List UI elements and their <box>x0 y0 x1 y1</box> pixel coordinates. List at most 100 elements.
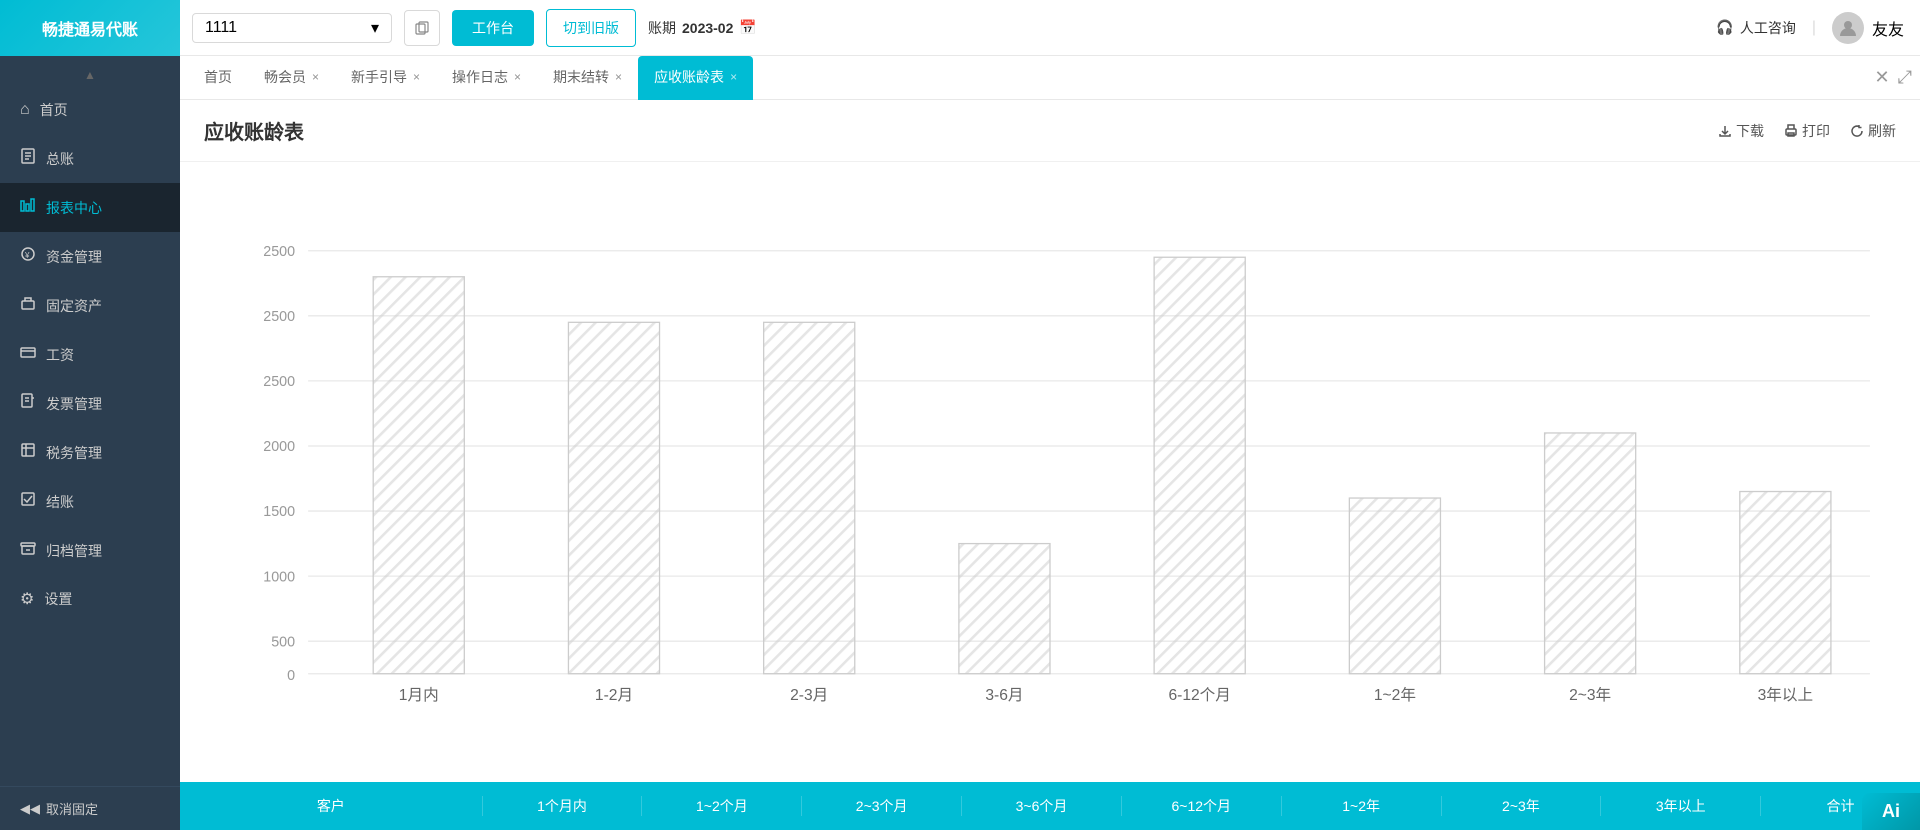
tab-guide-close[interactable]: × <box>413 70 420 84</box>
avatar <box>1832 12 1864 44</box>
username: 友友 <box>1872 16 1904 40</box>
logo: 畅捷通易代账 <box>0 0 180 56</box>
table-header-cell: 6~12个月 <box>1122 796 1282 816</box>
sidebar-item-closing[interactable]: 结账 <box>0 477 180 526</box>
tab-aging-label: 应收账龄表 <box>654 67 724 87</box>
table-header-bar: 客户1个月内1~2个月2~3个月3~6个月6~12个月1~2年2~3年3年以上合… <box>180 782 1920 830</box>
svg-text:500: 500 <box>271 634 295 650</box>
chart-container: 2500 2500 2500 2000 1500 1000 500 0 <box>180 162 1920 782</box>
download-button[interactable]: 下载 <box>1718 121 1764 141</box>
support-button[interactable]: 🎧 人工咨询 <box>1716 18 1795 38</box>
svg-text:1~2年: 1~2年 <box>1374 686 1416 704</box>
pin-icon: ◀◀ <box>20 801 40 817</box>
tab-oplog-close[interactable]: × <box>514 70 521 84</box>
sidebar-label-funds: 资金管理 <box>46 247 102 267</box>
sidebar-item-tax[interactable]: 税务管理 <box>0 428 180 477</box>
sidebar-item-archive[interactable]: 归档管理 <box>0 526 180 575</box>
expand-button[interactable]: ⤢ <box>1898 67 1912 88</box>
support-label: 人工咨询 <box>1740 18 1796 38</box>
table-header-cell: 3~6个月 <box>962 796 1122 816</box>
svg-text:2500: 2500 <box>263 244 295 260</box>
tabs-bar: 首页 畅会员 × 新手引导 × 操作日志 × 期末结转 × 应收账龄表 × <box>180 56 1920 100</box>
refresh-button[interactable]: 刷新 <box>1850 121 1896 141</box>
tab-home[interactable]: 首页 <box>188 56 248 100</box>
sidebar-label-closing: 结账 <box>46 492 74 512</box>
ai-badge[interactable]: Ai <box>1862 793 1920 830</box>
sidebar-label-assets: 固定资产 <box>46 296 102 316</box>
home-icon: ⌂ <box>20 101 30 119</box>
period-label: 账期 <box>648 18 676 38</box>
sidebar-item-funds[interactable]: ¥ 资金管理 <box>0 232 180 281</box>
print-button[interactable]: 打印 <box>1784 121 1830 141</box>
sidebar-item-invoice[interactable]: 发票管理 <box>0 379 180 428</box>
sidebar-label-payroll: 工资 <box>46 345 74 365</box>
tab-guide[interactable]: 新手引导 × <box>335 56 436 100</box>
payroll-icon <box>20 344 36 365</box>
close-tab-button[interactable]: ✕ <box>1875 67 1890 88</box>
header: 畅捷通易代账 1111 ▾ 工作台 切到旧版 账期 2023-02 📅 🎧 人工… <box>0 0 1920 56</box>
sidebar-label-tax: 税务管理 <box>46 443 102 463</box>
sidebar-label-reports: 报表中心 <box>46 198 102 218</box>
table-header-cell: 客户 <box>180 796 483 816</box>
download-label: 下载 <box>1736 121 1764 141</box>
closing-icon <box>20 491 36 512</box>
sidebar-label-home: 首页 <box>40 100 68 120</box>
sidebar-item-reports[interactable]: 报表中心 <box>0 183 180 232</box>
switch-version-button[interactable]: 切到旧版 <box>546 9 636 47</box>
logo-text: 畅捷通易代账 <box>42 16 138 40</box>
sidebar-item-payroll[interactable]: 工资 <box>0 330 180 379</box>
sidebar-item-ledger[interactable]: 总账 <box>0 134 180 183</box>
table-header-cell: 1个月内 <box>483 796 643 816</box>
svg-text:3-6月: 3-6月 <box>985 687 1023 704</box>
cancel-fixed-button[interactable]: ◀◀ 取消固定 <box>0 787 180 830</box>
reports-icon <box>20 197 36 218</box>
tab-period-end-close[interactable]: × <box>615 70 622 84</box>
workbench-button[interactable]: 工作台 <box>452 10 534 46</box>
tab-aging-close[interactable]: × <box>730 70 737 84</box>
table-header-cell: 3年以上 <box>1601 796 1761 816</box>
period-info: 账期 2023-02 📅 <box>648 18 757 38</box>
aging-chart: 2500 2500 2500 2000 1500 1000 500 0 <box>204 162 1896 782</box>
tab-period-end[interactable]: 期末结转 × <box>537 56 638 100</box>
sidebar-item-settings[interactable]: ⚙ 设置 <box>0 575 180 623</box>
calendar-icon[interactable]: 📅 <box>739 19 756 36</box>
invoice-icon <box>20 393 36 414</box>
sidebar-label-ledger: 总账 <box>46 149 74 169</box>
svg-text:2500: 2500 <box>263 309 295 325</box>
main-layout: ▲ ⌂ 首页 总账 报表中心 <box>0 56 1920 830</box>
chevron-down-icon: ▾ <box>371 18 379 38</box>
sidebar-label-archive: 归档管理 <box>46 541 102 561</box>
company-name: 1111 <box>205 19 237 37</box>
sidebar-label-settings: 设置 <box>44 589 72 609</box>
tab-guide-label: 新手引导 <box>351 67 407 87</box>
copy-button[interactable] <box>404 10 440 46</box>
funds-icon: ¥ <box>20 246 36 267</box>
company-selector[interactable]: 1111 ▾ <box>192 13 392 43</box>
tabs-actions: ✕ ⤢ <box>1875 67 1913 88</box>
tab-oplog[interactable]: 操作日志 × <box>436 56 537 100</box>
svg-text:2000: 2000 <box>263 439 295 455</box>
svg-text:0: 0 <box>287 668 295 684</box>
svg-text:2-3月: 2-3月 <box>790 687 828 704</box>
cancel-fixed-label: 取消固定 <box>46 799 98 818</box>
sidebar: ▲ ⌂ 首页 总账 报表中心 <box>0 56 180 830</box>
assets-icon <box>20 295 36 316</box>
tab-member-label: 畅会员 <box>264 67 306 87</box>
tab-member-close[interactable]: × <box>312 70 319 84</box>
period-value: 2023-02 <box>682 20 733 36</box>
sidebar-item-home[interactable]: ⌂ 首页 <box>0 86 180 134</box>
tab-member[interactable]: 畅会员 × <box>248 56 335 100</box>
svg-text:1000: 1000 <box>263 569 295 585</box>
sidebar-label-invoice: 发票管理 <box>46 394 102 414</box>
refresh-label: 刷新 <box>1868 121 1896 141</box>
svg-text:1500: 1500 <box>263 504 295 520</box>
print-label: 打印 <box>1802 121 1830 141</box>
svg-text:2~3年: 2~3年 <box>1569 686 1611 704</box>
tab-aging[interactable]: 应收账龄表 × <box>638 56 753 100</box>
svg-text:1-2月: 1-2月 <box>595 687 633 704</box>
header-right: 🎧 人工咨询 | 友友 <box>1716 12 1904 44</box>
svg-text:3年以上: 3年以上 <box>1758 686 1814 704</box>
page-actions: 下载 打印 <box>1718 121 1896 141</box>
user-area[interactable]: 友友 <box>1832 12 1904 44</box>
sidebar-item-assets[interactable]: 固定资产 <box>0 281 180 330</box>
